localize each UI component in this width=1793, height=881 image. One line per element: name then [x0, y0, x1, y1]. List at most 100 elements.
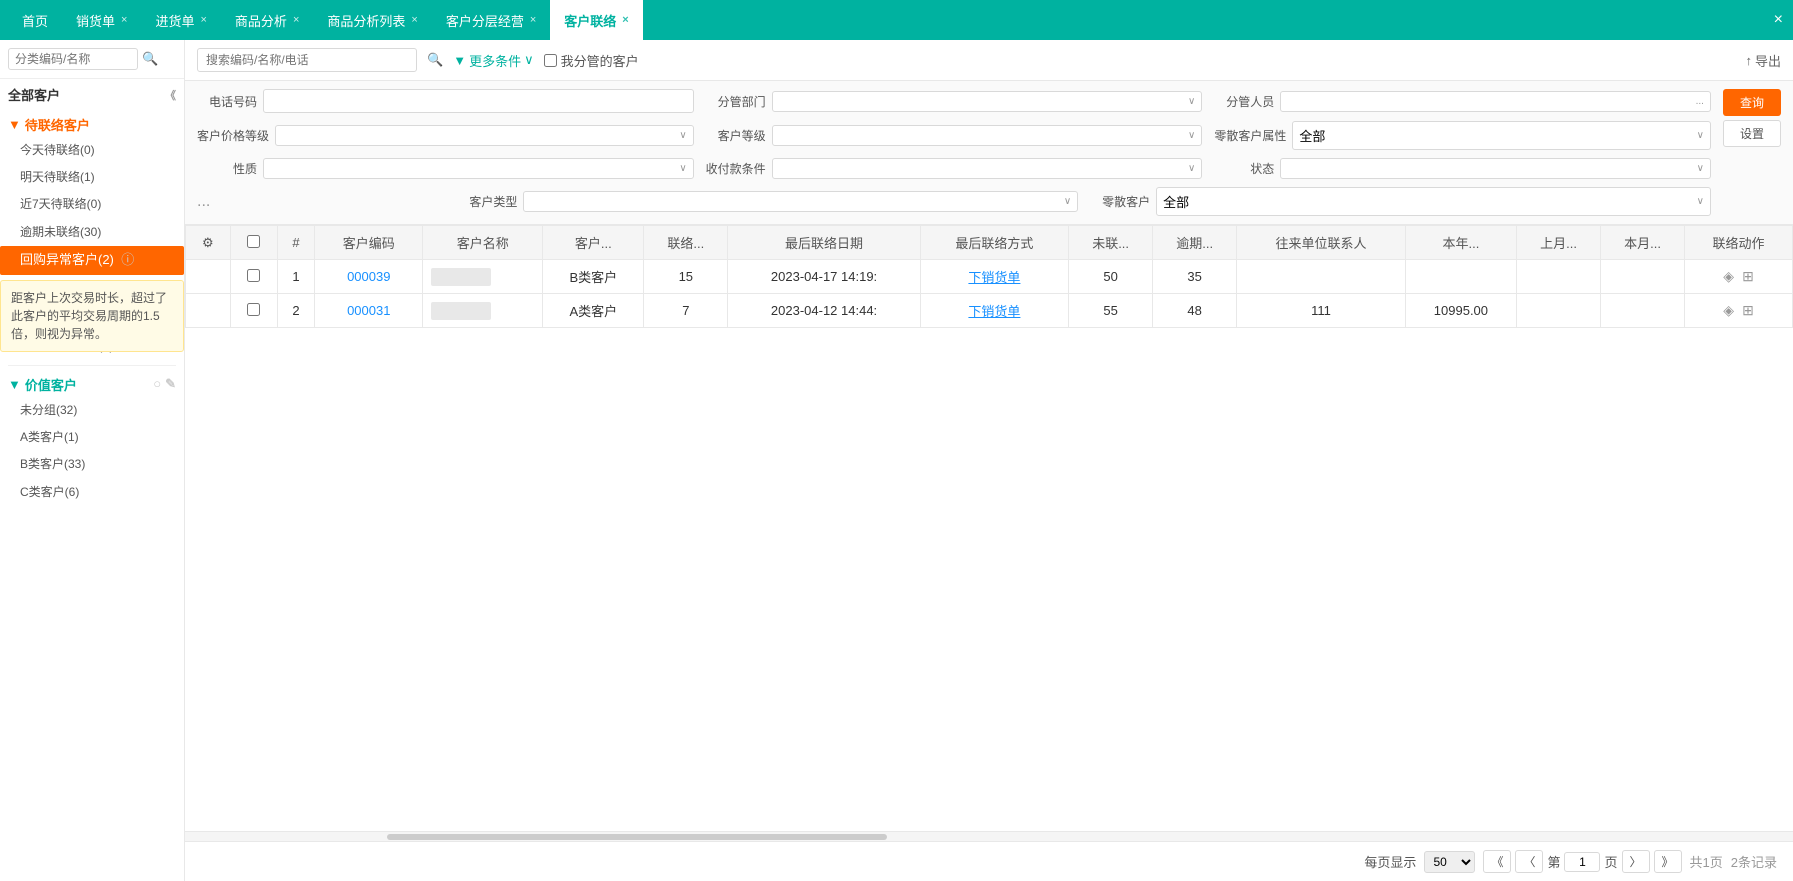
- sidebar-item-tomorrow[interactable]: 明天待联络(1): [0, 164, 184, 191]
- main-search-button[interactable]: 🔍: [427, 52, 443, 68]
- sort-last-method[interactable]: 最后联络方式: [955, 233, 1033, 252]
- prev-page-button[interactable]: 〈: [1515, 850, 1543, 873]
- first-page-button[interactable]: 《: [1483, 850, 1511, 873]
- row1-code-link[interactable]: 000039: [347, 269, 390, 284]
- retail-customer-select[interactable]: 全部 ∨: [1156, 187, 1711, 216]
- nature-select[interactable]: ∨: [263, 158, 694, 179]
- col-settings[interactable]: ⚙: [186, 226, 231, 260]
- more-dots[interactable]: ...: [197, 193, 210, 211]
- nav-home[interactable]: 首页: [8, 0, 62, 40]
- sidebar-search-input[interactable]: [8, 48, 138, 70]
- sort-type[interactable]: 客户...: [575, 233, 612, 252]
- col-uncontacted[interactable]: 未联...: [1069, 226, 1153, 260]
- col-type[interactable]: 客户...: [543, 226, 644, 260]
- last-page-button[interactable]: 》: [1654, 850, 1682, 873]
- sort-this-month[interactable]: 本月...: [1624, 233, 1661, 252]
- sidebar-item-c-class[interactable]: C类客户(6): [0, 479, 184, 506]
- col-name[interactable]: 客户名称: [423, 226, 543, 260]
- sort-overdue[interactable]: 逾期...: [1176, 233, 1213, 252]
- settings-icon[interactable]: ⚙: [202, 235, 214, 250]
- circle-icon[interactable]: ○: [153, 376, 161, 392]
- row1-code[interactable]: 000039: [315, 260, 423, 294]
- customer-type-select[interactable]: ∨: [523, 191, 1078, 212]
- row1-grid-icon[interactable]: ⊞: [1742, 268, 1754, 285]
- sidebar-item-7days[interactable]: 近7天待联络(0): [0, 191, 184, 218]
- sidebar-item-overdue[interactable]: 逾期未联络(30): [0, 219, 184, 246]
- nav-sales[interactable]: 销货单 ×: [62, 0, 141, 40]
- sort-name[interactable]: 客户名称: [457, 233, 509, 252]
- sidebar-item-repurchase-abnormal[interactable]: 回购异常客户(2) ⓘ: [0, 246, 184, 275]
- query-button[interactable]: 查询: [1723, 89, 1781, 116]
- page-number-input[interactable]: [1564, 852, 1600, 872]
- row2-code[interactable]: 000031: [315, 294, 423, 328]
- scrollbar-thumb[interactable]: [387, 834, 887, 840]
- col-unit-contact[interactable]: 往来单位联系人: [1237, 226, 1406, 260]
- sidebar-group-pending-contact[interactable]: ▼ 待联络客户: [0, 110, 184, 137]
- row2-checkbox[interactable]: [230, 294, 277, 328]
- settings-button[interactable]: 设置: [1723, 120, 1781, 147]
- close-customer-contact-tab[interactable]: ×: [622, 14, 628, 26]
- row2-code-link[interactable]: 000031: [347, 303, 390, 318]
- col-overdue[interactable]: 逾期...: [1153, 226, 1237, 260]
- phone-input[interactable]: [263, 89, 694, 113]
- status-select[interactable]: ∨: [1280, 158, 1711, 179]
- select-all-checkbox[interactable]: [247, 235, 260, 248]
- horizontal-scrollbar[interactable]: [185, 831, 1793, 841]
- sidebar-all-customers[interactable]: 全部客户 《: [0, 79, 184, 110]
- retail-attr-select[interactable]: 全部 ∨: [1292, 121, 1711, 150]
- sidebar-item-ungrouped[interactable]: 未分组(32): [0, 397, 184, 424]
- sidebar-item-b-class[interactable]: B类客户(33): [0, 451, 184, 478]
- nav-customer-contact[interactable]: 客户联络 ×: [550, 0, 642, 40]
- col-this-year[interactable]: 本年...: [1405, 226, 1516, 260]
- sort-code[interactable]: 客户编码: [343, 233, 395, 252]
- sort-this-year[interactable]: 本年...: [1442, 233, 1479, 252]
- dept-select[interactable]: ∨: [772, 91, 1203, 112]
- customer-level-select[interactable]: ∨: [772, 125, 1203, 146]
- row1-method-link[interactable]: 下销货单: [968, 270, 1020, 285]
- sidebar-search-icon[interactable]: 🔍: [142, 51, 158, 67]
- close-sales-tab[interactable]: ×: [121, 14, 127, 26]
- sidebar-value-customers-label[interactable]: ▼ 价值客户 ○ ✎: [0, 370, 184, 397]
- close-product-analysis-tab[interactable]: ×: [293, 14, 299, 26]
- sort-uncontacted[interactable]: 未联...: [1092, 233, 1129, 252]
- manager-select[interactable]: ...: [1280, 91, 1711, 112]
- sidebar-item-a-class[interactable]: A类客户(1): [0, 424, 184, 451]
- col-last-contact-date[interactable]: 最后联络日期: [728, 226, 920, 260]
- per-page-select[interactable]: 10 20 50 100: [1424, 851, 1475, 873]
- row1-last-method[interactable]: 下销货单: [920, 260, 1068, 294]
- col-contacts[interactable]: 联络...: [644, 226, 728, 260]
- row2-method-link[interactable]: 下销货单: [968, 304, 1020, 319]
- col-last-month[interactable]: 上月...: [1517, 226, 1601, 260]
- sort-contacts[interactable]: 联络...: [667, 233, 704, 252]
- nav-customer-tier[interactable]: 客户分层经营 ×: [432, 0, 550, 40]
- row2-view-icon[interactable]: ◈: [1723, 302, 1734, 319]
- close-product-analysis-list-tab[interactable]: ×: [411, 14, 417, 26]
- export-button[interactable]: ↑ 导出: [1745, 51, 1781, 70]
- window-close-button[interactable]: ×: [1774, 11, 1783, 29]
- row2-grid-icon[interactable]: ⊞: [1742, 302, 1754, 319]
- more-conditions-button[interactable]: ▼ 更多条件 ∨: [453, 51, 533, 70]
- col-code[interactable]: 客户编码: [315, 226, 423, 260]
- next-page-button[interactable]: 〉: [1622, 850, 1650, 873]
- col-checkbox[interactable]: [230, 226, 277, 260]
- row2-check[interactable]: [247, 303, 260, 316]
- row1-check[interactable]: [247, 269, 260, 282]
- my-customers-checkbox-label[interactable]: 我分管的客户: [544, 51, 639, 70]
- main-search-input[interactable]: [197, 48, 417, 72]
- nav-purchase[interactable]: 进货单 ×: [141, 0, 220, 40]
- nav-product-analysis-list[interactable]: 商品分析列表 ×: [313, 0, 431, 40]
- col-last-contact-method[interactable]: 最后联络方式: [920, 226, 1068, 260]
- row2-last-method[interactable]: 下销货单: [920, 294, 1068, 328]
- row1-view-icon[interactable]: ◈: [1723, 268, 1734, 285]
- edit-icon[interactable]: ✎: [165, 376, 176, 392]
- nav-product-analysis[interactable]: 商品分析 ×: [221, 0, 313, 40]
- price-level-select[interactable]: ∨: [275, 125, 694, 146]
- sort-last-month[interactable]: 上月...: [1540, 233, 1577, 252]
- close-customer-tier-tab[interactable]: ×: [530, 14, 536, 26]
- row1-checkbox[interactable]: [230, 260, 277, 294]
- sidebar-item-today[interactable]: 今天待联络(0): [0, 137, 184, 164]
- my-customers-checkbox[interactable]: [544, 54, 557, 67]
- col-this-month[interactable]: 本月...: [1601, 226, 1685, 260]
- payment-select[interactable]: ∨: [772, 158, 1203, 179]
- sort-last-date[interactable]: 最后联络日期: [785, 233, 863, 252]
